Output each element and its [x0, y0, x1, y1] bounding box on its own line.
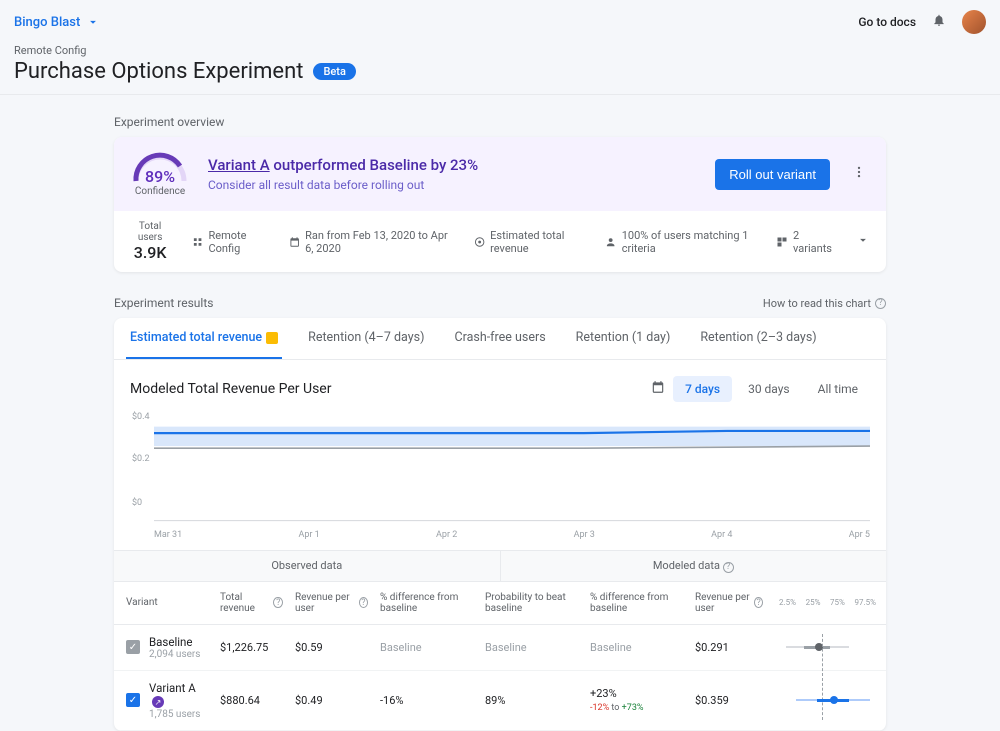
leader-icon [266, 332, 278, 344]
table-row: ✓ Baseline 2,094 users $1,226.75 $0.59 B… [114, 625, 886, 671]
range-30days[interactable]: 30 days [736, 376, 802, 402]
variant-users: 1,785 users [149, 709, 208, 720]
cell-total-revenue: $1,226.75 [214, 631, 289, 664]
col-m-pct-diff: % difference from baseline [584, 582, 689, 624]
avatar[interactable] [962, 10, 986, 34]
expand-chevron[interactable] [856, 233, 870, 250]
results-section-label: Experiment results [114, 296, 213, 310]
y-tick: $0.2 [132, 454, 150, 464]
calendar-picker[interactable] [647, 376, 669, 402]
cell-pct-diff: Baseline [374, 631, 479, 664]
range-7days[interactable]: 7 days [673, 376, 732, 402]
col-prob-beat: Probability to beat baseline [479, 582, 584, 624]
y-tick: $0.4 [132, 412, 150, 422]
cell-prob: 89% [479, 684, 584, 717]
total-users-value: 3.9K [130, 243, 170, 262]
overview-headline: Variant A outperformed Baseline by 23% [208, 156, 697, 174]
y-tick: $0 [132, 498, 142, 508]
overview-subline: Consider all result data before rolling … [208, 178, 697, 192]
cell-prob: Baseline [479, 631, 584, 664]
cell-m-rpu: $0.291 [689, 631, 769, 664]
col-distribution: 2.5%25%75%97.5% [769, 582, 886, 624]
chevron-down-icon [856, 233, 870, 247]
tab-crash-free[interactable]: Crash-free users [450, 318, 549, 359]
users-icon [605, 235, 616, 249]
overview-section-label: Experiment overview [114, 115, 886, 129]
meta-dates: Ran from Feb 13, 2020 to Apr 6, 2020 [289, 229, 452, 255]
help-icon[interactable]: ? [723, 562, 734, 573]
variant-toggle[interactable]: ✓ [126, 640, 140, 654]
go-to-docs-link[interactable]: Go to docs [858, 15, 916, 29]
observed-header: Observed data [114, 551, 501, 581]
project-name: Bingo Blast [14, 15, 80, 30]
col-m-rev-per-user: Revenue per user? [689, 582, 769, 624]
revenue-chart: $0.4 $0.2 $0 [114, 410, 886, 530]
tab-estimated-revenue[interactable]: Estimated total revenue [126, 318, 282, 359]
confidence-label: Confidence [130, 186, 190, 197]
help-icon[interactable]: ? [754, 597, 763, 608]
col-pct-diff: % difference from baseline [374, 582, 479, 624]
calendar-icon [289, 235, 300, 249]
total-users-label: Total users [130, 221, 170, 243]
page-title: Purchase Options Experiment [14, 59, 303, 84]
beta-badge: Beta [313, 63, 355, 80]
cell-total-revenue: $880.64 [214, 684, 289, 717]
cell-m-pct-diff: Baseline [584, 631, 689, 664]
col-rev-per-user: Revenue per user? [289, 582, 374, 624]
distribution-spark [775, 637, 880, 657]
meta-variants: 2 variants [776, 229, 834, 255]
cell-m-pct-diff: +23% -12% to +73% [584, 677, 689, 723]
col-total-revenue: Total revenue? [214, 582, 289, 624]
help-icon[interactable]: ? [359, 597, 368, 608]
meta-metric: Estimated total revenue [474, 229, 584, 255]
results-card: Estimated total revenue Retention (4–7 d… [114, 318, 886, 731]
tab-retention-1[interactable]: Retention (1 day) [572, 318, 675, 359]
overflow-menu[interactable] [848, 161, 870, 187]
meta-config: Remote Config [192, 229, 267, 255]
chevron-down-icon [86, 15, 100, 29]
distribution-spark [775, 690, 880, 710]
metric-tabs: Estimated total revenue Retention (4–7 d… [114, 318, 886, 360]
cell-m-rpu: $0.359 [689, 684, 769, 717]
leader-badge-icon: ↗ [152, 696, 164, 708]
help-icon[interactable]: ? [273, 597, 283, 608]
breadcrumb: Remote Config [14, 44, 986, 57]
tab-retention-2-3[interactable]: Retention (2–3 days) [696, 318, 820, 359]
project-selector[interactable]: Bingo Blast [14, 15, 100, 30]
confidence-value: 89% [130, 167, 190, 186]
notifications-icon[interactable] [932, 13, 946, 31]
variants-icon [776, 235, 788, 249]
config-icon [192, 235, 203, 249]
modeled-header: Modeled data ? [501, 551, 887, 581]
help-icon: ? [875, 298, 886, 309]
x-axis: Mar 31Apr 1Apr 2Apr 3Apr 4Apr 5 [114, 530, 886, 550]
variant-name: Baseline [149, 635, 200, 649]
tab-retention-4-7[interactable]: Retention (4–7 days) [304, 318, 428, 359]
chart-title: Modeled Total Revenue Per User [130, 381, 331, 397]
variant-toggle[interactable]: ✓ [126, 693, 140, 707]
overview-card: 89% Confidence Variant A outperformed Ba… [114, 137, 886, 272]
range-alltime[interactable]: All time [806, 376, 870, 402]
target-icon [474, 235, 485, 249]
meta-targeting: 100% of users matching 1 criteria [605, 229, 754, 255]
col-variant: Variant [114, 582, 214, 624]
cell-pct-diff: -16% [374, 684, 479, 717]
table-row: ✓ Variant A↗ 1,785 users $880.64 $0.49 -… [114, 671, 886, 731]
cell-rpu: $0.59 [289, 631, 374, 664]
how-to-read-link[interactable]: How to read this chart ? [763, 297, 886, 310]
rollout-button[interactable]: Roll out variant [715, 159, 830, 190]
cell-rpu: $0.49 [289, 684, 374, 717]
variant-users: 2,094 users [149, 649, 200, 660]
